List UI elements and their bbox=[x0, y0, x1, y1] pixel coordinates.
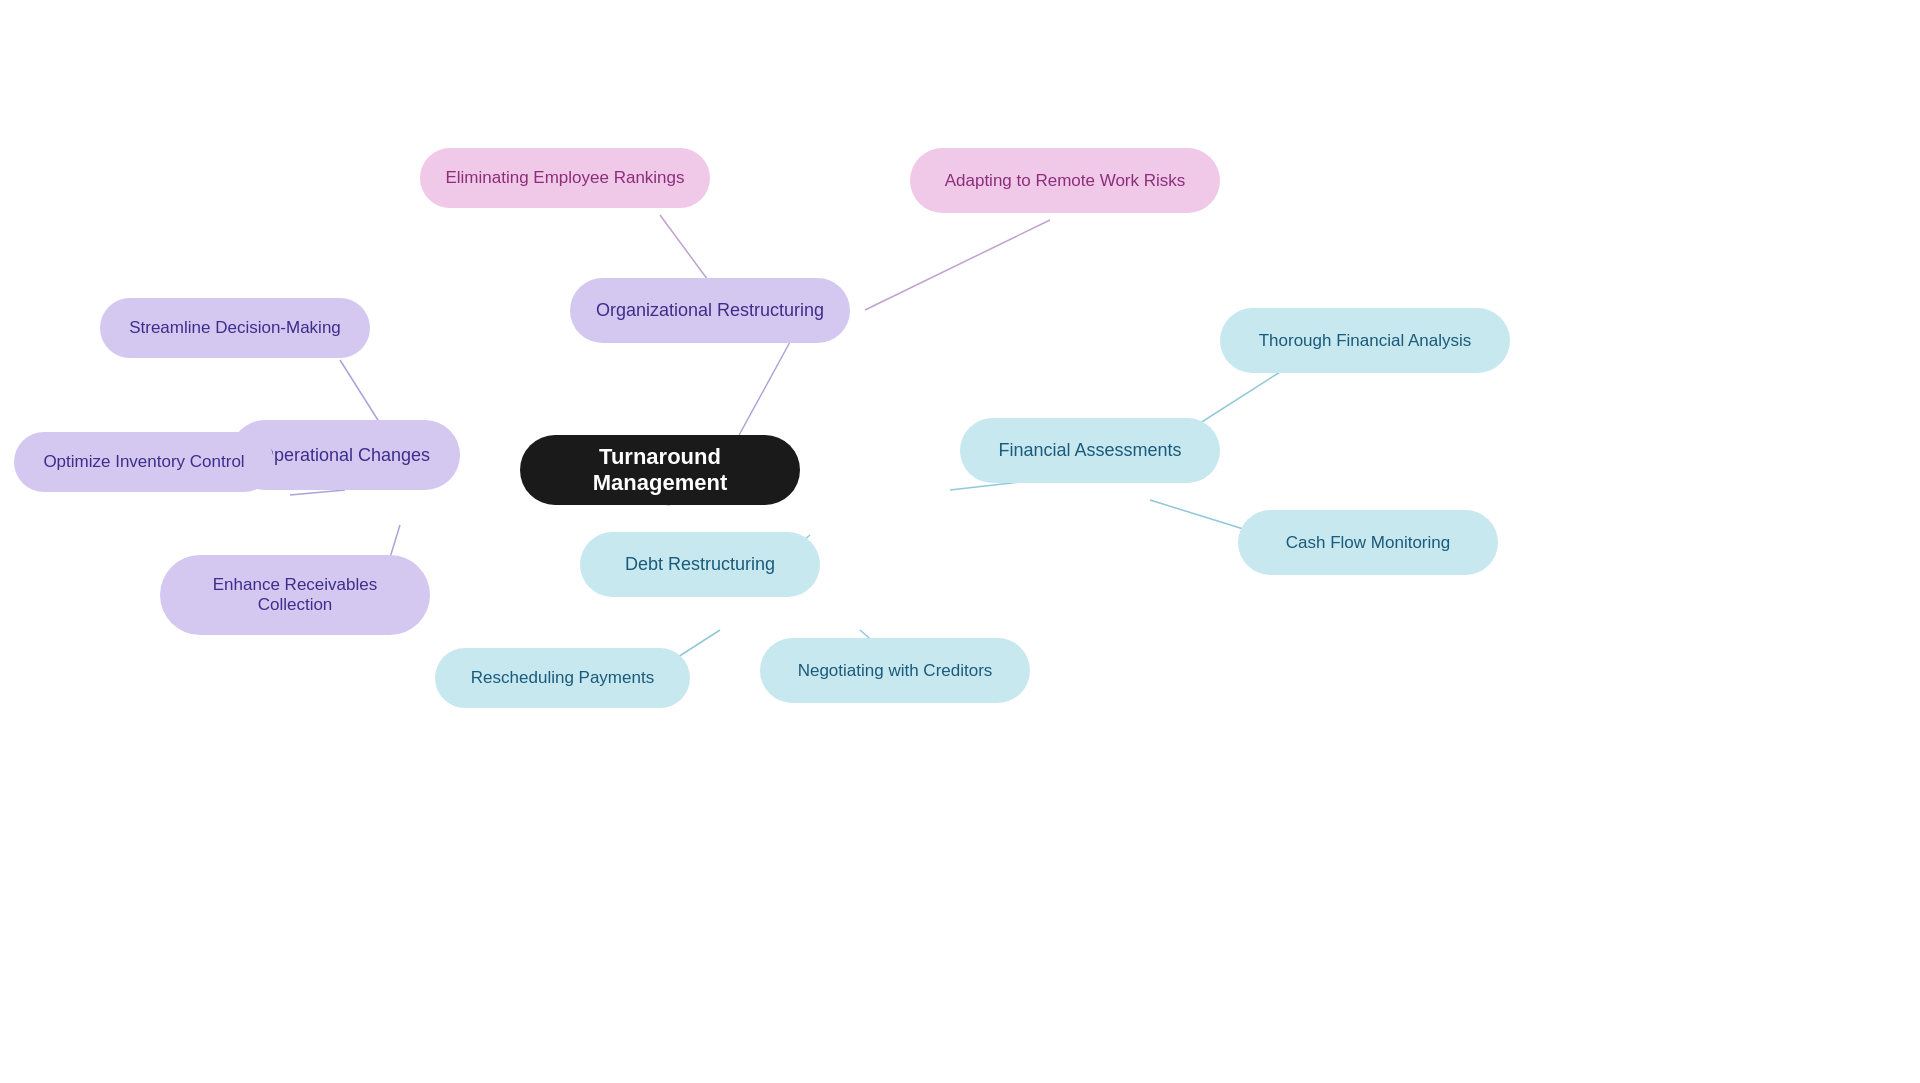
svg-line-2 bbox=[950, 482, 1020, 490]
financial-assessments-node[interactable]: Financial Assessments bbox=[960, 418, 1220, 483]
negotiating-creditors-node[interactable]: Negotiating with Creditors bbox=[760, 638, 1030, 703]
debt-restructuring-node[interactable]: Debt Restructuring bbox=[580, 532, 820, 597]
turnaround-management-node[interactable]: Turnaround Management bbox=[520, 435, 800, 505]
optimize-inventory-node[interactable]: Optimize Inventory Control bbox=[14, 432, 274, 492]
rescheduling-payments-node[interactable]: Rescheduling Payments bbox=[435, 648, 690, 708]
enhance-receivables-node[interactable]: Enhance Receivables Collection bbox=[160, 555, 430, 635]
eliminating-rankings-node[interactable]: Eliminating Employee Rankings bbox=[420, 148, 710, 208]
adapting-remote-node[interactable]: Adapting to Remote Work Risks bbox=[910, 148, 1220, 213]
org-restructuring-node[interactable]: Organizational Restructuring bbox=[570, 278, 850, 343]
cash-flow-monitoring-node[interactable]: Cash Flow Monitoring bbox=[1238, 510, 1498, 575]
svg-line-5 bbox=[290, 490, 345, 495]
thorough-financial-node[interactable]: Thorough Financial Analysis bbox=[1220, 308, 1510, 373]
svg-line-8 bbox=[865, 220, 1050, 310]
streamline-decision-node[interactable]: Streamline Decision-Making bbox=[100, 298, 370, 358]
